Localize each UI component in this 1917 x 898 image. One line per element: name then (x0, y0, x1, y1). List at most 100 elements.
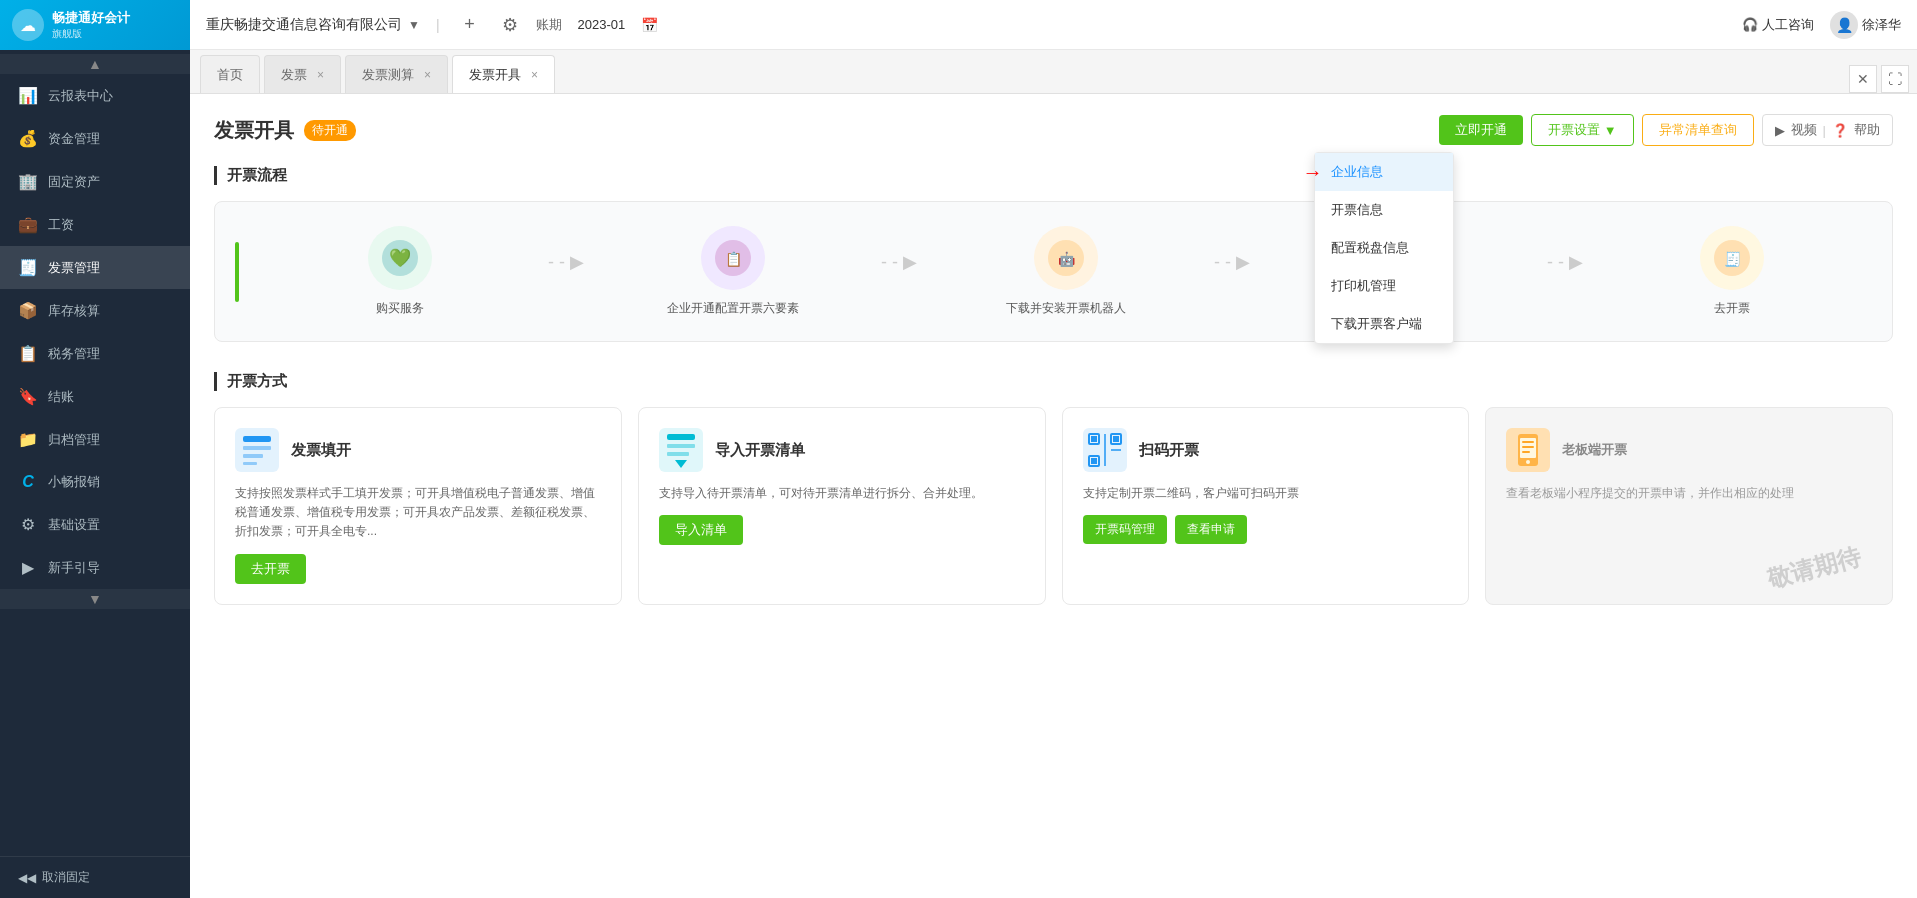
sidebar-item-xiaochang[interactable]: C 小畅报销 (0, 461, 190, 503)
svg-text:💚: 💚 (389, 247, 412, 269)
method-scan-header: 扫码开票 (1083, 428, 1449, 472)
logo-text: 畅捷通好会计 旗舰版 (52, 9, 130, 41)
sidebar-item-jiezhang[interactable]: 🔖 结账 (0, 375, 190, 418)
svg-rect-14 (243, 462, 257, 465)
process-icon-5: 🧾 (1700, 226, 1764, 290)
svg-rect-16 (667, 434, 695, 440)
svg-rect-26 (1091, 458, 1097, 464)
company-name: 重庆畅捷交通信息咨询有限公司 (206, 16, 402, 34)
process-step-3: 🤖 下载并安装开票机器人 (925, 226, 1206, 317)
process-arrow-3: - - ▶ (1214, 251, 1250, 293)
dropdown-arrow-icon: ▼ (408, 18, 420, 32)
tab-home-label: 首页 (217, 66, 243, 84)
dropdown-item-download-client[interactable]: 下载开票客户端 (1315, 305, 1453, 343)
dropdown-company-info-label: 企业信息 (1331, 164, 1383, 179)
method-boss-watermark: 敬请期待 (1763, 540, 1864, 596)
add-button[interactable]: + (456, 11, 484, 39)
sidebar-label-gudingzichan: 固定资产 (48, 173, 100, 191)
sidebar-collapse-label: 取消固定 (42, 869, 90, 886)
process-label-2: 企业开通配置开票六要素 (667, 300, 799, 317)
dropdown-item-tax-config[interactable]: 配置税盘信息 (1315, 229, 1453, 267)
question-icon: ❓ (1832, 123, 1848, 138)
video-label: 视频 (1791, 121, 1817, 139)
method-fill-desc: 支持按照发票样式手工填开发票；可开具增值税电子普通发票、增值税普通发票、增值税专… (235, 484, 601, 542)
process-section-title: 开票流程 (214, 166, 1893, 185)
sidebar-item-kucun[interactable]: 📦 库存核算 (0, 289, 190, 332)
dropdown-item-printer[interactable]: 打印机管理 (1315, 267, 1453, 305)
support-button[interactable]: 🎧 人工咨询 (1742, 16, 1814, 34)
sidebar-scroll-down[interactable]: ▼ (0, 589, 190, 609)
dropdown-item-company-info[interactable]: 企业信息 (1315, 153, 1453, 191)
method-scan-view-button[interactable]: 查看申请 (1175, 515, 1247, 544)
tab-fullscreen-btn[interactable]: ⛶ (1881, 65, 1909, 93)
settings-icon[interactable]: ⚙ (496, 11, 524, 39)
method-fill-button[interactable]: 去开票 (235, 554, 306, 584)
sidebar-label-yunbao: 云报表中心 (48, 87, 113, 105)
method-section: 开票方式 (214, 372, 1893, 605)
sidebar-scroll-up[interactable]: ▲ (0, 54, 190, 74)
user-area[interactable]: 👤 徐泽华 (1830, 11, 1901, 39)
sidebar-label-guidang: 归档管理 (48, 431, 100, 449)
tab-fapiaokaiju[interactable]: 发票开具 × (452, 55, 555, 93)
tab-fapiaocesuan[interactable]: 发票测算 × (345, 55, 448, 93)
tab-home[interactable]: 首页 (200, 55, 260, 93)
logo-area: ☁ 畅捷通好会计 旗舰版 (0, 0, 190, 50)
sidebar-item-zijin[interactable]: 💰 资金管理 (0, 117, 190, 160)
sidebar-label-shuiwu: 税务管理 (48, 345, 100, 363)
method-import-header: 导入开票清单 (659, 428, 1025, 472)
settings-button[interactable]: 开票设置 ▼ (1531, 114, 1634, 146)
method-card-boss: 老板端开票 查看老板端小程序提交的开票申请，并作出相应的处理 敬请期待 (1485, 407, 1893, 605)
sidebar-item-guidang[interactable]: 📁 归档管理 (0, 418, 190, 461)
sidebar-item-gudingzichan[interactable]: 🏢 固定资产 (0, 160, 190, 203)
activate-button[interactable]: 立即开通 (1439, 115, 1523, 145)
sidebar-label-kucun: 库存核算 (48, 302, 100, 320)
sidebar-item-gongzi[interactable]: 💼 工资 (0, 203, 190, 246)
sidebar-item-shuiwu[interactable]: 📋 税务管理 (0, 332, 190, 375)
calendar-icon[interactable]: 📅 (641, 17, 658, 33)
help-button[interactable]: ▶ 视频 | ❓ 帮助 (1762, 114, 1893, 146)
sidebar-item-fapiao[interactable]: 🧾 发票管理 (0, 246, 190, 289)
support-label: 人工咨询 (1762, 16, 1814, 34)
sidebar-collapse-button[interactable]: ◀◀ 取消固定 (0, 856, 190, 898)
method-section-title: 开票方式 (214, 372, 1893, 391)
method-import-name: 导入开票清单 (715, 441, 805, 460)
settings-dropdown-menu: → 企业信息 开票信息 配置税盘信息 (1314, 152, 1454, 344)
sidebar-label-gongzi: 工资 (48, 216, 74, 234)
help-label: 帮助 (1854, 121, 1880, 139)
top-divider: | (436, 17, 440, 33)
method-import-button[interactable]: 导入清单 (659, 515, 743, 545)
tab-fapiao-close[interactable]: × (317, 68, 324, 82)
avatar: 👤 (1830, 11, 1858, 39)
process-section: 开票流程 💚 购买服务 - - ▶ 📋 (214, 166, 1893, 342)
company-selector[interactable]: 重庆畅捷交通信息咨询有限公司 ▼ (206, 16, 420, 34)
svg-rect-11 (243, 436, 271, 442)
method-fill-name: 发票填开 (291, 441, 351, 460)
sidebar-label-fapiao: 发票管理 (48, 259, 100, 277)
settings-chevron-icon: ▼ (1604, 123, 1617, 138)
dropdown-item-invoice-info[interactable]: 开票信息 (1315, 191, 1453, 229)
method-import-icon (659, 428, 703, 472)
method-scan-desc: 支持定制开票二维码，客户端可扫码开票 (1083, 484, 1449, 503)
tab-close-btn[interactable]: ✕ (1849, 65, 1877, 93)
method-scan-qr-button[interactable]: 开票码管理 (1083, 515, 1167, 544)
svg-rect-12 (243, 446, 271, 450)
sidebar-label-jiezhang: 结账 (48, 388, 74, 406)
svg-text:🤖: 🤖 (1057, 251, 1075, 268)
jiezhang-icon: 🔖 (18, 387, 38, 406)
top-right: 🎧 人工咨询 👤 徐泽华 (1742, 11, 1901, 39)
process-border (235, 242, 239, 302)
sidebar-item-jichushezhi[interactable]: ⚙ 基础设置 (0, 503, 190, 546)
logo-icon: ☁ (12, 9, 44, 41)
sidebar-item-yunbao[interactable]: 📊 云报表中心 (0, 74, 190, 117)
tab-fapiao[interactable]: 发票 × (264, 55, 341, 93)
tab-fapiaocesuan-close[interactable]: × (424, 68, 431, 82)
abnormal-list-button[interactable]: 异常清单查询 (1642, 114, 1754, 146)
sidebar-item-xinshouyindao[interactable]: ▶ 新手引导 (0, 546, 190, 589)
svg-rect-13 (243, 454, 263, 458)
tab-fapiaokaiju-close[interactable]: × (531, 68, 538, 82)
method-card-import: 导入开票清单 支持导入待开票清单，可对待开票清单进行拆分、合并处理。 导入清单 (638, 407, 1046, 605)
process-step-5: 🧾 去开票 (1591, 226, 1872, 317)
page-title: 发票开具 (214, 117, 294, 144)
username: 徐泽华 (1862, 16, 1901, 34)
process-label-3: 下载并安装开票机器人 (1006, 300, 1126, 317)
